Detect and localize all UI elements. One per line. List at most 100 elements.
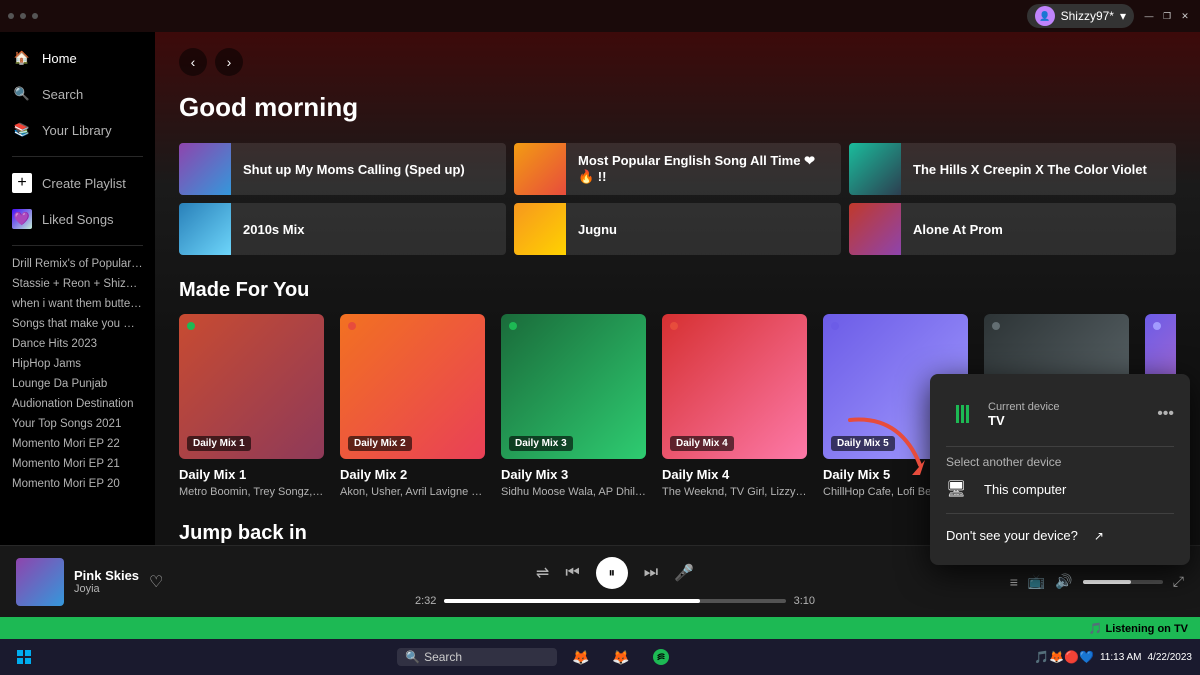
playlist-item[interactable]: Lounge Da Punjab xyxy=(0,374,155,394)
back-button[interactable]: ‹ xyxy=(179,48,207,76)
titlebar-dot xyxy=(8,13,14,19)
dont-see-device-item[interactable]: Don't see your device? ↗ xyxy=(946,522,1174,549)
daily-mix-card-1[interactable]: Daily Mix 1 Daily Mix 1 Metro Boomin, Tr… xyxy=(179,314,324,498)
taskbar-time: 11:13 AM xyxy=(1100,652,1142,663)
sidebar-item-search[interactable]: 🔍 Search xyxy=(0,76,155,112)
taskbar-date: 4/22/2023 xyxy=(1148,652,1193,663)
titlebar-dot xyxy=(20,13,26,19)
card-subtitle: Akon, Usher, Avril Lavigne and more xyxy=(340,486,485,498)
playlist-item[interactable]: Audionation Destination xyxy=(0,394,155,414)
heart-icon: 💜 xyxy=(12,209,32,229)
card-title: Daily Mix 2 xyxy=(340,467,485,482)
card-dot xyxy=(348,322,356,330)
quick-link-item[interactable]: Jugnu xyxy=(514,203,841,255)
playlist-item[interactable]: when i want them butterflies... xyxy=(0,294,155,314)
sidebar-item-create-playlist[interactable]: + Create Playlist xyxy=(0,165,155,201)
daily-mix-card-4[interactable]: Daily Mix 4 Daily Mix 4 The Weeknd, TV G… xyxy=(662,314,807,498)
daily-mix-card-3[interactable]: Daily Mix 3 Daily Mix 3 Sidhu Moose Wala… xyxy=(501,314,646,498)
forward-button[interactable]: › xyxy=(215,48,243,76)
sidebar: 🏠 Home 🔍 Search 📚 Your Library + Create … xyxy=(0,32,155,545)
tv-playing-icon xyxy=(946,398,978,430)
this-computer-label: This computer xyxy=(984,482,1066,497)
sidebar-item-home[interactable]: 🏠 Home xyxy=(0,40,155,76)
user-account-button[interactable]: 👤 Shizzy97* ▾ xyxy=(1027,4,1134,28)
current-device-name: TV xyxy=(988,413,1060,428)
titlebar-right: 👤 Shizzy97* ▾ — ❐ ✕ xyxy=(1027,4,1192,28)
card-subtitle: Sidhu Moose Wala, AP Dhillon, Karan Aujl… xyxy=(501,486,646,498)
playlist-item[interactable]: Drill Remix's of Popular Songs xyxy=(0,254,155,274)
card-badge: Daily Mix 1 xyxy=(187,436,251,451)
card-badge: Daily Mix 3 xyxy=(509,436,573,451)
nav-buttons: ‹ › xyxy=(179,48,1176,76)
quick-link-item[interactable]: Shut up My Moms Calling (Sped up) xyxy=(179,143,506,195)
playlist-item[interactable]: Dance Hits 2023 xyxy=(0,334,155,354)
playlist-item[interactable]: Your Top Songs 2021 xyxy=(0,414,155,434)
select-device-label: Select another device xyxy=(946,455,1174,469)
player-thumbnail xyxy=(16,558,64,606)
arrow-overlay xyxy=(840,410,930,485)
taskbar-search[interactable]: 🔍 Search xyxy=(397,648,557,666)
playlist-item[interactable]: Stassie + Reon + Shizzy97* xyxy=(0,274,155,294)
sidebar-item-liked-songs[interactable]: 💜 Liked Songs xyxy=(0,201,155,237)
start-button[interactable] xyxy=(8,643,40,671)
daily-mix-card-2[interactable]: Daily Mix 2 Daily Mix 2 Akon, Usher, Avr… xyxy=(340,314,485,498)
window-controls[interactable]: — ❐ ✕ xyxy=(1142,9,1192,23)
playlist-item[interactable]: Momento Mori EP 21 xyxy=(0,454,155,474)
repeat-button[interactable]: 🎤 xyxy=(674,563,694,583)
chevron-down-icon: ▾ xyxy=(1120,9,1126,23)
minimize-button[interactable]: — xyxy=(1142,9,1156,23)
previous-button[interactable]: ⏮ xyxy=(565,564,579,582)
maximize-button[interactable]: ❐ xyxy=(1160,9,1174,23)
title-bar: 👤 Shizzy97* ▾ — ❐ ✕ xyxy=(0,0,1200,32)
playlist-item[interactable]: Songs that make you want t... xyxy=(0,314,155,334)
listening-on-label: 🎵 Listening on TV xyxy=(1089,622,1188,635)
card-dot xyxy=(831,322,839,330)
next-button[interactable]: ⏭ xyxy=(644,564,658,582)
like-button[interactable]: ♡ xyxy=(149,572,163,592)
playlist-item[interactable]: Momento Mori EP 20 xyxy=(0,474,155,494)
titlebar-dot xyxy=(32,13,38,19)
card-dot xyxy=(509,322,517,330)
quick-link-item[interactable]: Most Popular English Song All Time ❤ 🔥 !… xyxy=(514,143,841,195)
volume-slider[interactable] xyxy=(1083,580,1163,584)
computer-icon: 🖥 xyxy=(946,479,974,499)
quick-link-item[interactable]: 2010s Mix xyxy=(179,203,506,255)
taskbar-spotify-btn[interactable] xyxy=(645,643,677,671)
quick-link-label: Jugnu xyxy=(566,222,629,237)
made-for-you-title: Made For You xyxy=(179,279,1176,302)
playlist-item[interactable]: HipHop Jams xyxy=(0,354,155,374)
taskbar-right: 🎵🦊🔴💙 11:13 AM 4/22/2023 xyxy=(1034,650,1192,664)
dont-see-label: Don't see your device? xyxy=(946,528,1078,543)
device-popup: Current device TV ••• Select another dev… xyxy=(930,374,1190,565)
quick-link-item[interactable]: Alone At Prom xyxy=(849,203,1176,255)
device-more-button[interactable]: ••• xyxy=(1157,405,1174,423)
queue-button[interactable]: ≡ xyxy=(1010,574,1018,590)
close-button[interactable]: ✕ xyxy=(1178,9,1192,23)
devices-button[interactable]: 📺 xyxy=(1028,573,1045,590)
playlist-item[interactable]: Momento Mori EP 22 xyxy=(0,434,155,454)
volume-button[interactable]: 🔊 xyxy=(1055,573,1072,590)
create-playlist-label: Create Playlist xyxy=(42,176,126,191)
time-current: 2:32 xyxy=(415,595,436,607)
pause-button[interactable]: ⏸ xyxy=(596,557,628,589)
quick-link-item[interactable]: The Hills X Creepin X The Color Violet xyxy=(849,143,1176,195)
popup-divider-2 xyxy=(946,513,1174,514)
card-dot xyxy=(187,322,195,330)
player-track-title: Pink Skies xyxy=(74,568,139,583)
taskbar-firefox2-btn[interactable]: 🦊 xyxy=(605,643,637,671)
progress-bar[interactable] xyxy=(444,599,785,603)
player-center: ⇌ ⏮ ⏸ ⏭ 🎤 2:32 3:10 xyxy=(296,557,934,607)
titlebar-dots xyxy=(8,13,38,19)
fullscreen-button[interactable]: ⤢ xyxy=(1173,573,1184,590)
search-icon: 🔍 xyxy=(12,84,32,104)
quick-link-label: Most Popular English Song All Time ❤ 🔥 !… xyxy=(566,153,841,185)
sidebar-search-label: Search xyxy=(42,87,83,102)
taskbar-firefox-btn[interactable]: 🦊 xyxy=(565,643,597,671)
quick-link-thumb xyxy=(849,203,901,255)
quick-link-thumb xyxy=(514,143,566,195)
this-computer-item[interactable]: 🖥 This computer xyxy=(946,473,1174,505)
sidebar-item-library[interactable]: 📚 Your Library xyxy=(0,112,155,148)
progress-fill xyxy=(444,599,700,603)
card-title: Daily Mix 1 xyxy=(179,467,324,482)
shuffle-button[interactable]: ⇌ xyxy=(536,563,549,583)
